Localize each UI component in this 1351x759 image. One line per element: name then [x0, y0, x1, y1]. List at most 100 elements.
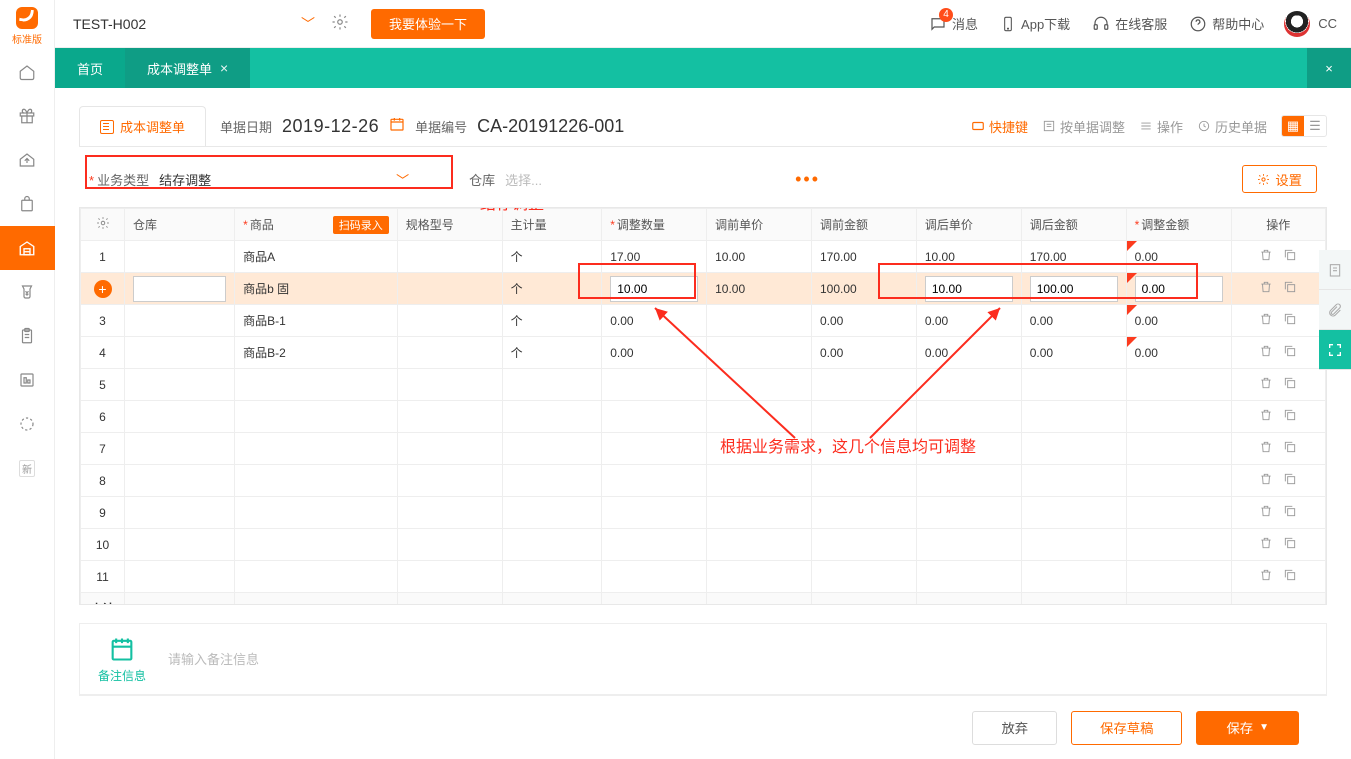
code-label: 单据编号 — [415, 117, 467, 136]
delete-icon[interactable] — [1259, 312, 1273, 329]
tab-close-icon[interactable]: × — [220, 60, 228, 76]
op-link[interactable]: 操作 — [1139, 117, 1183, 136]
qty-input[interactable] — [610, 276, 698, 302]
nav-gift-icon[interactable] — [0, 94, 55, 138]
view-card-icon[interactable]: ▦ — [1282, 116, 1304, 136]
rb-attach-icon[interactable] — [1319, 290, 1351, 330]
tab-close-all[interactable]: × — [1307, 48, 1351, 88]
business-type-field[interactable]: *业务类型 结存调整﹀ — [89, 165, 409, 193]
remark-icon: 备注信息 — [98, 635, 146, 684]
post-price-input[interactable] — [925, 276, 1013, 302]
delete-icon[interactable] — [1259, 472, 1273, 489]
delete-icon[interactable] — [1259, 376, 1273, 393]
table-row[interactable]: 3商品B-1个 0.000.00 0.000.000.00 — [81, 305, 1326, 337]
left-sidebar: 标准版 新 — [0, 0, 55, 759]
history-link[interactable]: 历史单据 — [1197, 117, 1267, 136]
copy-icon[interactable] — [1283, 408, 1297, 425]
nav-new-icon[interactable]: 新 — [0, 446, 55, 490]
remark-input[interactable] — [168, 644, 1308, 674]
topbar: TEST-H002﹀ 我要体验一下 消息 4 App下载 在线客服 — [55, 0, 1351, 48]
nav-bag-icon[interactable] — [0, 182, 55, 226]
delete-icon[interactable] — [1259, 280, 1273, 297]
copy-icon[interactable] — [1283, 536, 1297, 553]
nav-clipboard-icon[interactable] — [0, 314, 55, 358]
user-avatar[interactable] — [1284, 11, 1310, 37]
data-table: 仓库 *商品扫码录入 规格型号 主计量 *调整数量 调前单价 调前金额 调后单价… — [79, 207, 1327, 605]
nav-money-icon[interactable] — [0, 270, 55, 314]
delete-icon[interactable] — [1259, 344, 1273, 361]
discard-button[interactable]: 放弃 — [972, 711, 1057, 745]
chevron-down-icon: ﹀ — [396, 170, 409, 189]
help-link[interactable]: 帮助中心 — [1189, 14, 1264, 33]
col-gear[interactable] — [81, 209, 125, 241]
warehouse-field[interactable]: 仓库 选择... — [469, 165, 755, 193]
footer: 放弃 保存草稿 保存▼ — [79, 695, 1327, 759]
tab-strip: 首页 成本调整单× × — [55, 48, 1351, 88]
shortcut-link[interactable]: 快捷键 — [971, 117, 1028, 136]
messages-link[interactable]: 消息 4 — [929, 14, 978, 33]
table-row[interactable]: 6 — [81, 401, 1326, 433]
table-row[interactable]: 10 — [81, 529, 1326, 561]
subtotal-row: 小计 27.00 270.00 270.00 0.00 — [81, 593, 1326, 606]
trial-button[interactable]: 我要体验一下 — [371, 9, 485, 39]
table-row[interactable]: 7 — [81, 433, 1326, 465]
nav-warehouse-icon[interactable] — [0, 226, 55, 270]
delete-icon[interactable] — [1259, 568, 1273, 585]
wh-input[interactable] — [133, 276, 226, 302]
save-button[interactable]: 保存▼ — [1196, 711, 1299, 745]
remark-section: 备注信息 — [79, 623, 1327, 695]
table-row[interactable]: 4商品B-2个 0.000.00 0.000.000.00 — [81, 337, 1326, 369]
customer-service-link[interactable]: 在线客服 — [1092, 14, 1167, 33]
copy-icon[interactable] — [1283, 280, 1297, 297]
add-row-icon[interactable]: + — [94, 280, 112, 298]
view-list-icon[interactable]: ☰ — [1304, 116, 1326, 136]
nav-upload-icon[interactable] — [0, 138, 55, 182]
rb-expand-icon[interactable] — [1319, 330, 1351, 370]
delete-icon[interactable] — [1259, 408, 1273, 425]
tab-cost-adjust[interactable]: 成本调整单× — [125, 48, 250, 88]
table-row[interactable]: 1商品A个 17.0010.00170.00 10.00170.000.00 — [81, 241, 1326, 273]
org-settings-icon[interactable] — [331, 13, 349, 34]
copy-icon[interactable] — [1283, 472, 1297, 489]
delete-icon[interactable] — [1259, 248, 1273, 265]
delete-icon[interactable] — [1259, 440, 1273, 457]
perdoc-link[interactable]: 按单据调整 — [1042, 117, 1125, 136]
table-row[interactable]: 11 — [81, 561, 1326, 593]
settings-button[interactable]: 设置 — [1242, 165, 1317, 193]
date-label: 单据日期 — [220, 117, 272, 136]
calendar-icon[interactable] — [389, 116, 405, 137]
adj-amt-input[interactable] — [1135, 276, 1223, 302]
table-row[interactable]: 5 — [81, 369, 1326, 401]
table-row[interactable]: + 商品b 固个 10.00100.00 — [81, 273, 1326, 305]
tab-home[interactable]: 首页 — [55, 48, 125, 88]
nav-sync-icon[interactable] — [0, 402, 55, 446]
save-draft-button[interactable]: 保存草稿 — [1071, 711, 1182, 745]
scan-tag[interactable]: 扫码录入 — [333, 216, 389, 234]
copy-icon[interactable] — [1283, 312, 1297, 329]
table-row[interactable]: 9 — [81, 497, 1326, 529]
copy-icon[interactable] — [1283, 344, 1297, 361]
app-download-link[interactable]: App下载 — [1000, 14, 1070, 33]
copy-icon[interactable] — [1283, 504, 1297, 521]
nav-home-icon[interactable] — [0, 50, 55, 94]
copy-icon[interactable] — [1283, 376, 1297, 393]
date-value[interactable]: 2019-12-26 — [282, 116, 379, 137]
code-value: CA-20191226-001 — [477, 116, 624, 137]
view-toggle[interactable]: ▦ ☰ — [1281, 115, 1327, 137]
logo: 标准版 — [7, 6, 47, 46]
more-icon[interactable]: ••• — [795, 169, 820, 190]
table-row[interactable]: 8 — [81, 465, 1326, 497]
delete-icon[interactable] — [1259, 504, 1273, 521]
chevron-down-icon: ﹀ — [301, 14, 315, 34]
rb-note-icon[interactable] — [1319, 250, 1351, 290]
copy-icon[interactable] — [1283, 440, 1297, 457]
user-name: CC — [1318, 16, 1337, 31]
msg-badge: 4 — [939, 8, 953, 22]
delete-icon[interactable] — [1259, 536, 1273, 553]
nav-report-icon[interactable] — [0, 358, 55, 402]
copy-icon[interactable] — [1283, 568, 1297, 585]
copy-icon[interactable] — [1283, 248, 1297, 265]
org-selector[interactable]: TEST-H002﹀ — [73, 9, 323, 39]
doc-tab[interactable]: 成本调整单 — [79, 106, 206, 146]
post-amt-input[interactable] — [1030, 276, 1118, 302]
